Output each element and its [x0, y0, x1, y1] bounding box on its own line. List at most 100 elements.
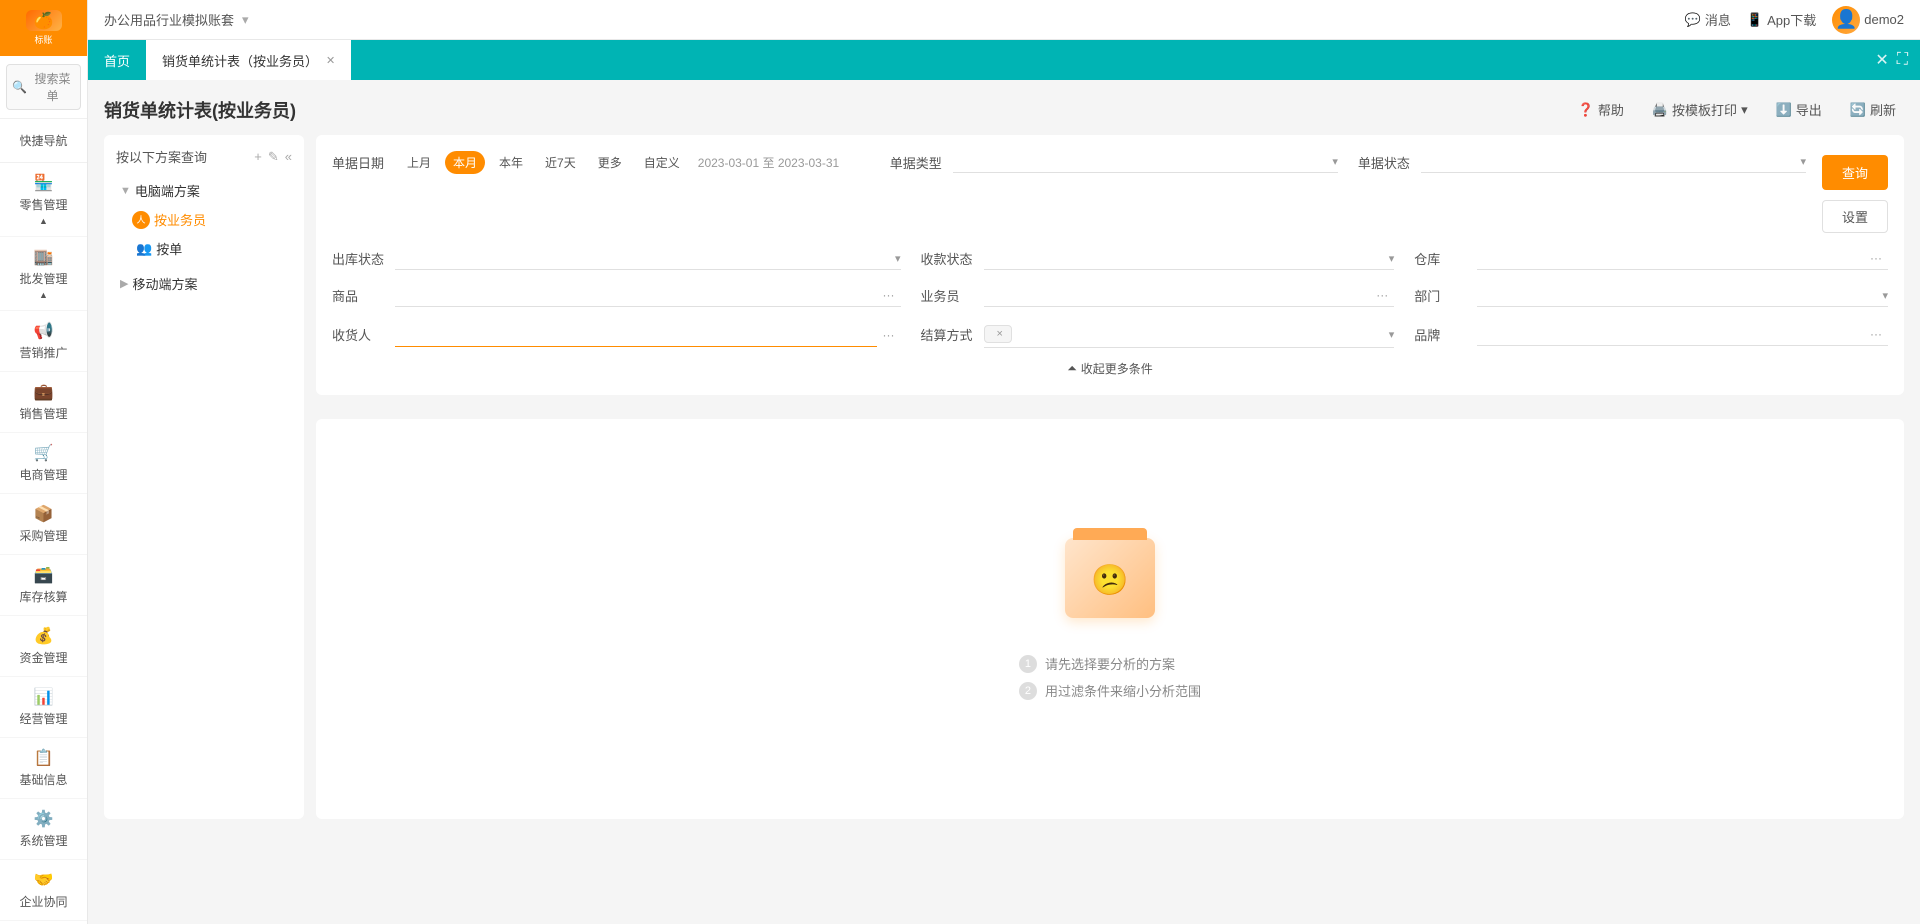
page-title: 销货单统计表(按业务员) — [104, 97, 296, 123]
tree-item-by-order[interactable]: 👥 按单 — [128, 234, 292, 263]
search-section: 🔍 搜索菜单 — [0, 56, 87, 119]
sidebar-item-finance[interactable]: 💰 资金管理 — [0, 616, 87, 676]
sidebar-item-purchase[interactable]: 📦 采购管理 — [0, 494, 87, 554]
refresh-icon: 🔄 — [1850, 102, 1866, 118]
topbar-left: 办公用品行业模拟账套 ▾ — [104, 10, 249, 29]
tab-maximize-button[interactable]: ⛶ — [1897, 51, 1908, 69]
step-2-text: 用过滤条件来缩小分析范围 — [1045, 681, 1201, 700]
sidebar-item-system[interactable]: ⚙️ 系统管理 — [0, 799, 87, 859]
two-col-layout: 按以下方案查询 + ✎ « ▼ 电脑端方案 人 按业务员 — [104, 135, 1904, 819]
add-scheme-button[interactable]: + — [254, 149, 262, 165]
sidebar-item-marketing[interactable]: 📢 营销推广 — [0, 311, 87, 371]
filter-row-1: 单据日期 上月 本月 本年 近7天 更多 自定义 2023-03-01 至 20… — [332, 151, 1888, 233]
collect-status-select[interactable]: ▾ — [984, 248, 1395, 270]
settlement-tag-close[interactable]: × — [997, 328, 1003, 340]
print-button[interactable]: 🖨️ 按模板打印 ▾ — [1644, 96, 1756, 123]
search-menu-button[interactable]: 🔍 搜索菜单 — [6, 64, 81, 110]
sidebar-item-ecom[interactable]: 🛒 电商管理 — [0, 433, 87, 493]
goods-more-icon[interactable]: ··· — [877, 288, 901, 302]
nav-group-operations: 📊 经营管理 — [0, 677, 87, 738]
receiver-filter: 收货人 ··· — [332, 323, 921, 347]
export-icon: ⬇️ — [1776, 102, 1792, 118]
settlement-label: 结算方式 — [921, 325, 976, 344]
date-tab-this-month[interactable]: 本月 — [445, 151, 485, 174]
tree-item-by-salesperson[interactable]: 人 按业务员 — [128, 205, 292, 234]
type-label: 单据类型 — [890, 153, 945, 172]
query-button[interactable]: 查询 — [1822, 155, 1888, 190]
tab-sales-stat[interactable]: 销货单统计表（按业务员） ✕ — [146, 40, 351, 80]
quick-nav-button[interactable]: 快捷导航 — [6, 127, 81, 154]
warehouse-more-icon[interactable]: ··· — [1864, 251, 1888, 265]
department-select[interactable]: ▾ — [1477, 285, 1888, 307]
sidebar-item-enterprise[interactable]: 🤝 企业协同 — [0, 860, 87, 920]
goods-select[interactable]: ··· — [395, 284, 901, 307]
sales-stat-tab-label: 销货单统计表（按业务员） — [162, 51, 318, 70]
nav-group-basic: 📋 基础信息 — [0, 738, 87, 799]
help-icon: ❓ — [1578, 102, 1594, 118]
settlement-dropdown-icon: ▾ — [1389, 328, 1395, 341]
sidebar-item-wholesale[interactable]: 🏬 批发管理 ▲ — [0, 237, 87, 310]
department-label: 部门 — [1414, 286, 1469, 305]
sidebar-item-inventory[interactable]: 🗃️ 库存核算 — [0, 555, 87, 615]
brand-select[interactable]: ··· — [1477, 323, 1888, 346]
settlement-filter: 结算方式 × ▾ — [921, 321, 1415, 348]
message-button[interactable]: 💬 消息 — [1685, 10, 1731, 29]
collapse-left-panel-button[interactable]: « — [285, 149, 292, 165]
date-tab-last-month[interactable]: 上月 — [399, 151, 439, 174]
enterprise-icon: 🤝 — [34, 870, 54, 890]
help-button[interactable]: ❓ 帮助 — [1570, 96, 1632, 123]
export-button[interactable]: ⬇️ 导出 — [1768, 96, 1830, 123]
date-tab-7days[interactable]: 近7天 — [537, 151, 584, 174]
collapse-filters-button[interactable]: ⏶ 收起更多条件 — [332, 354, 1888, 379]
tab-close-all-button[interactable]: ✕ — [1875, 50, 1888, 70]
tree-expand-icon: ▼ — [120, 185, 131, 197]
date-tab-custom[interactable]: 自定义 — [636, 151, 688, 174]
status-select[interactable]: ▾ — [1421, 151, 1806, 173]
sidebar-item-basic[interactable]: 📋 基础信息 — [0, 738, 87, 798]
sidebar-navigation: 🏪 零售管理 ▲ 🏬 批发管理 ▲ 📢 营销推广 💼 销售管理 — [0, 163, 87, 924]
sidebar-item-operations[interactable]: 📊 经营管理 — [0, 677, 87, 737]
date-range-display: 2023-03-01 至 2023-03-31 — [698, 154, 839, 171]
finance-icon: 💰 — [34, 626, 54, 646]
settlement-select[interactable]: × ▾ — [984, 321, 1395, 348]
message-label: 消息 — [1705, 10, 1731, 29]
salesperson-scheme-icon: 人 — [132, 211, 150, 229]
tree-mobile-group[interactable]: ▶ 移动端方案 — [116, 269, 292, 298]
sidebar-item-retail[interactable]: 🏪 零售管理 ▲ — [0, 163, 87, 236]
receiver-more-icon[interactable]: ··· — [877, 328, 901, 342]
topbar-dropdown-icon[interactable]: ▾ — [242, 12, 249, 28]
warehouse-select[interactable]: ··· — [1477, 247, 1888, 270]
salesperson-more-icon[interactable]: ··· — [1370, 288, 1394, 302]
user-profile[interactable]: 👤 demo2 — [1832, 6, 1904, 34]
nav-group-inventory: 🗃️ 库存核算 — [0, 555, 87, 616]
warehouse-filter: 仓库 ··· — [1414, 247, 1888, 270]
edit-scheme-button[interactable]: ✎ — [268, 149, 279, 165]
date-tab-more[interactable]: 更多 — [590, 151, 630, 174]
status-label: 单据状态 — [1358, 153, 1413, 172]
empty-step-1: 1 请先选择要分析的方案 — [1019, 654, 1201, 673]
avatar: 👤 — [1832, 6, 1860, 34]
sidebar-item-sales[interactable]: 💼 销售管理 — [0, 372, 87, 432]
page-actions: ❓ 帮助 🖨️ 按模板打印 ▾ ⬇️ 导出 🔄 刷新 — [1570, 96, 1904, 123]
content-area: 销货单统计表(按业务员) ❓ 帮助 🖨️ 按模板打印 ▾ ⬇️ 导出 🔄 刷 — [88, 80, 1920, 924]
retail-icon: 🏪 — [34, 173, 54, 193]
type-select[interactable]: ▾ — [953, 151, 1338, 173]
app-download-button[interactable]: 📱 App下载 — [1747, 10, 1816, 29]
receiver-input[interactable] — [395, 323, 877, 347]
tree-desktop-group[interactable]: ▼ 电脑端方案 — [116, 176, 292, 205]
brand-more-icon[interactable]: ··· — [1864, 327, 1888, 341]
app-download-label: App下载 — [1767, 10, 1816, 29]
goods-filter: 商品 ··· — [332, 284, 921, 307]
refresh-button[interactable]: 🔄 刷新 — [1842, 96, 1904, 123]
tab-home[interactable]: 首页 — [88, 40, 146, 80]
topbar-title: 办公用品行业模拟账套 — [104, 10, 234, 29]
page-header: 销货单统计表(按业务员) ❓ 帮助 🖨️ 按模板打印 ▾ ⬇️ 导出 🔄 刷 — [104, 96, 1904, 123]
date-tab-this-year[interactable]: 本年 — [491, 151, 531, 174]
out-status-select[interactable]: ▾ — [395, 248, 901, 270]
settings-button[interactable]: 设置 — [1822, 200, 1888, 233]
tab-close-button[interactable]: ✕ — [326, 54, 335, 67]
tabbar: 首页 销货单统计表（按业务员） ✕ ✕ ⛶ — [88, 40, 1920, 80]
basic-icon: 📋 — [34, 748, 54, 768]
salesperson-select[interactable]: ··· — [984, 284, 1395, 307]
search-icon: 🔍 — [12, 80, 27, 94]
